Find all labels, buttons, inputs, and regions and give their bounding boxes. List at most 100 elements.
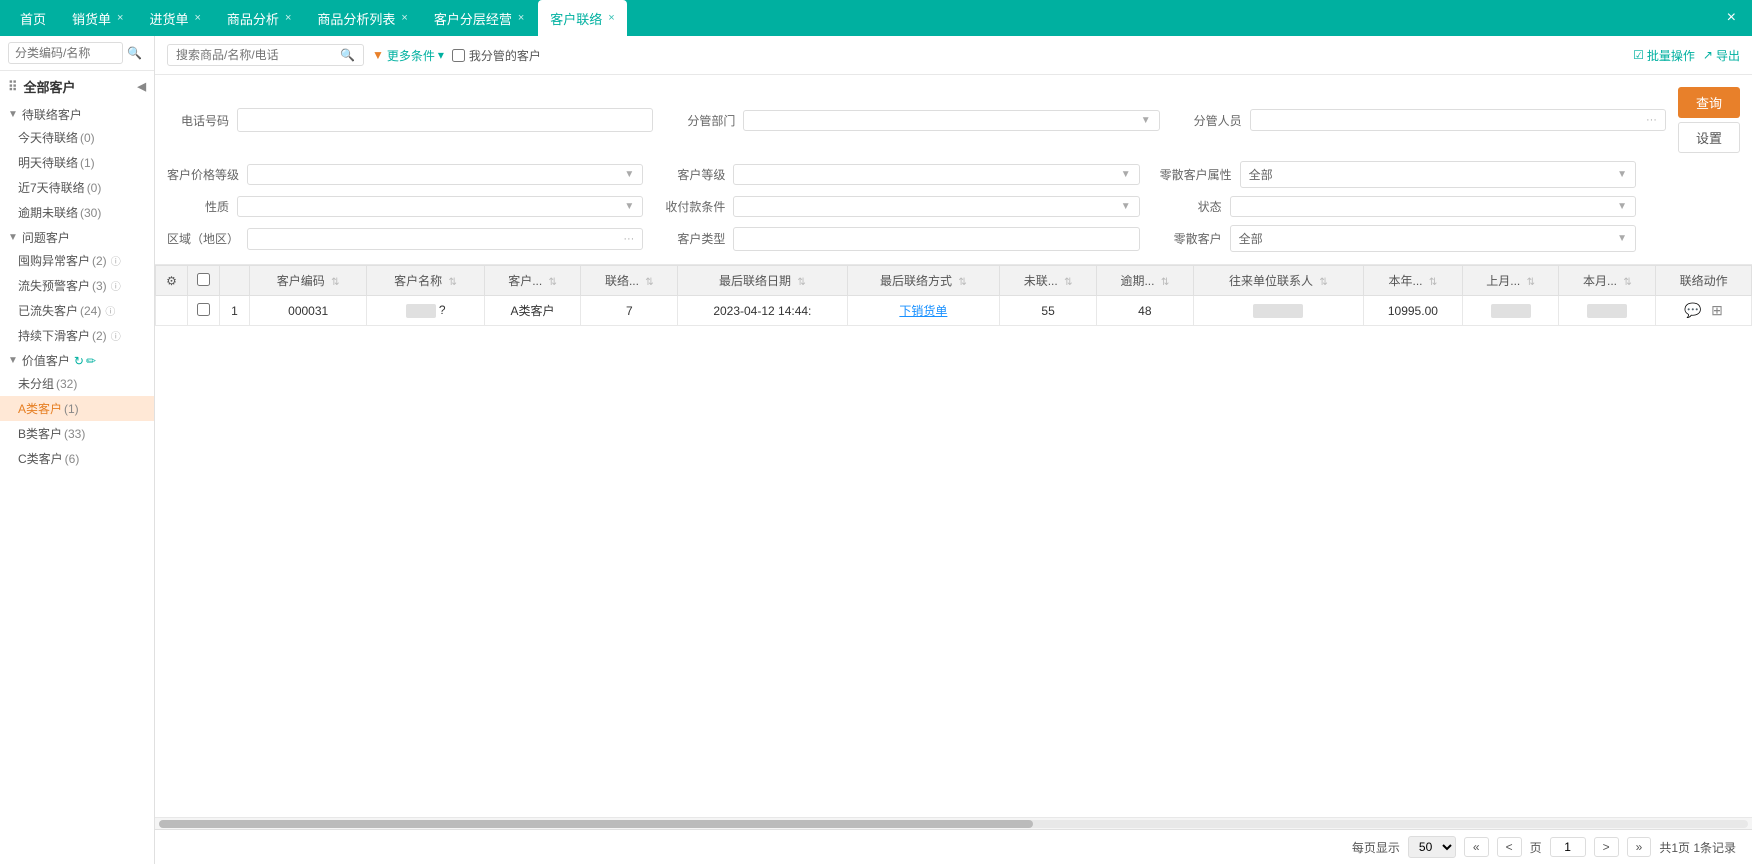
col-no-contact[interactable]: 未联... ⇅ <box>1000 266 1097 296</box>
first-page-btn[interactable]: « <box>1464 837 1489 857</box>
section-pending-contact[interactable]: ▼ 待联络客户 <box>0 102 154 125</box>
col-this-month[interactable]: 本月... ⇅ <box>1559 266 1656 296</box>
sidebar-item-tomorrow[interactable]: 明天待联络 (1) <box>0 150 154 175</box>
filter-price-level-select[interactable]: ▼ <box>247 164 643 185</box>
col-overdue[interactable]: 逾期... ⇅ <box>1096 266 1193 296</box>
col-gear[interactable]: ⚙ <box>156 266 188 296</box>
last-page-btn[interactable]: » <box>1627 837 1652 857</box>
sidebar-item-ungrouped[interactable]: 未分组 (32) <box>0 371 154 396</box>
filter-manager-input[interactable]: ··· <box>1250 109 1666 131</box>
tab-sales-order[interactable]: 销货单 × <box>60 0 135 36</box>
sidebar-item-a-class[interactable]: A类客户 (1) <box>0 396 154 421</box>
filter-panel: 电话号码 分管部门 ▼ 分管人员 ··· <box>155 75 1752 265</box>
batch-icon: ☑ <box>1633 48 1644 62</box>
filter-phone-input[interactable] <box>237 108 653 132</box>
tab-product-analysis-list[interactable]: 商品分析列表 × <box>305 0 419 36</box>
next-page-btn[interactable]: > <box>1594 837 1619 857</box>
page-input[interactable] <box>1550 837 1586 857</box>
col-this-year[interactable]: 本年... ⇅ <box>1364 266 1463 296</box>
tab-close-product-list[interactable]: × <box>401 12 407 24</box>
tab-customer-contact[interactable]: 客户联络 × <box>538 0 626 36</box>
col-customer-code[interactable]: 客户编码 ⇅ <box>250 266 367 296</box>
my-customer-label: 我分管的客户 <box>469 47 541 64</box>
query-button[interactable]: 查询 <box>1678 87 1740 118</box>
main-search-icon[interactable]: 🔍 <box>340 48 355 62</box>
sidebar-item-7days[interactable]: 近7天待联络 (0) <box>0 175 154 200</box>
table-wrap: ⚙ 客户编码 ⇅ 客户名称 ⇅ <box>155 265 1752 817</box>
section-problem-customers[interactable]: ▼ 问题客户 <box>0 225 154 248</box>
tab-home[interactable]: 首页 <box>8 0 58 36</box>
filter-row-4: 区域（地区） ··· 客户类型 零散客户 全部▼ <box>167 221 1740 256</box>
collapse-icon[interactable]: ◀ <box>138 80 146 93</box>
col-last-month[interactable]: 上月... ⇅ <box>1462 266 1559 296</box>
top-actions: ☑ 批量操作 ↗ 导出 <box>1633 47 1740 64</box>
sidebar-search-icon[interactable]: 🔍 <box>127 46 142 60</box>
main-search-input[interactable] <box>176 48 336 62</box>
sidebar-item-churn-warning[interactable]: 流失预警客户 (3) ⓘ <box>0 273 154 298</box>
select-all-checkbox[interactable] <box>197 273 210 286</box>
section-value-customers[interactable]: ▼ 价值客户 ↻ ✏ <box>0 348 154 371</box>
sidebar: 🔍 ⠿ 全部客户 ◀ ▼ 待联络客户 今天待联络 (0) 明天待联络 (1) 近… <box>0 36 155 864</box>
filter-region: 区域（地区） ··· <box>167 228 643 250</box>
filter-customer-level-select[interactable]: ▼ <box>733 164 1139 185</box>
sidebar-search-input[interactable] <box>8 42 123 64</box>
info-icon-1[interactable]: ⓘ <box>111 253 121 268</box>
tab-product-analysis[interactable]: 商品分析 × <box>215 0 303 36</box>
scrollbar-track[interactable] <box>159 820 1748 828</box>
info-icon-4[interactable]: ⓘ <box>111 328 121 343</box>
sidebar-item-declining[interactable]: 持续下滑客户 (2) ⓘ <box>0 323 154 348</box>
filter-status-select[interactable]: ▼ <box>1230 196 1636 217</box>
col-last-contact-date[interactable]: 最后联络日期 ⇅ <box>678 266 847 296</box>
col-contact[interactable]: 联络... ⇅ <box>581 266 678 296</box>
customer-table: ⚙ 客户编码 ⇅ 客户名称 ⇅ <box>155 265 1752 326</box>
info-icon-3[interactable]: ⓘ <box>105 303 115 318</box>
grid-dots-icon: ⠿ <box>8 79 18 95</box>
col-customer-name[interactable]: 客户名称 ⇅ <box>367 266 484 296</box>
filter-retail-customer-label: 零散客户 <box>1160 230 1230 247</box>
info-icon-2[interactable]: ⓘ <box>111 278 121 293</box>
more-filter-btn[interactable]: ▼ 更多条件 ▾ <box>372 47 444 64</box>
comment-action-icon[interactable]: 💬 <box>1684 302 1701 318</box>
sort-icon-overdue: ⇅ <box>1161 277 1169 288</box>
tab-close-product[interactable]: × <box>285 12 291 24</box>
sidebar-item-churned[interactable]: 已流失客户 (24) ⓘ <box>0 298 154 323</box>
sidebar-item-b-class[interactable]: B类客户 (33) <box>0 421 154 446</box>
prev-page-btn[interactable]: < <box>1497 837 1522 857</box>
sidebar-item-overdue[interactable]: 逾期未联络 (30) <box>0 200 154 225</box>
filter-payment-terms-select[interactable]: ▼ <box>733 196 1139 217</box>
row-last-contact-method[interactable]: 下销货单 <box>847 296 1000 326</box>
filter-dept-select[interactable]: ▼ <box>743 110 1159 131</box>
close-all-btn[interactable]: × <box>1719 9 1744 27</box>
filter-retail-customer-select[interactable]: 全部▼ <box>1230 225 1636 252</box>
filter-customer-type-input[interactable] <box>733 227 1139 251</box>
sidebar-item-hoarding[interactable]: 囤购异常客户 (2) ⓘ <box>0 248 154 273</box>
filter-retail-attr-select[interactable]: 全部▼ <box>1240 161 1636 188</box>
settings-button[interactable]: 设置 <box>1678 122 1740 153</box>
col-company-contact[interactable]: 往来单位联系人 ⇅ <box>1193 266 1363 296</box>
tab-close-segmentation[interactable]: × <box>518 12 524 24</box>
tab-close-sales[interactable]: × <box>117 12 123 24</box>
tab-close-contact[interactable]: × <box>608 12 614 24</box>
row-checkbox-input[interactable] <box>197 303 210 316</box>
page-size-select[interactable]: 50 <box>1408 836 1456 858</box>
row-customer-name: ? <box>367 296 484 326</box>
sidebar-item-c-class[interactable]: C类客户 (6) <box>0 446 154 471</box>
tab-purchase-order[interactable]: 进货单 × <box>137 0 212 36</box>
col-last-contact-method[interactable]: 最后联络方式 ⇅ <box>847 266 1000 296</box>
batch-op-link[interactable]: ☑ 批量操作 <box>1633 47 1695 64</box>
value-customer-refresh-icon[interactable]: ↻ <box>74 354 84 368</box>
export-link[interactable]: ↗ 导出 <box>1703 47 1740 64</box>
my-customer-checkbox[interactable] <box>452 49 465 62</box>
horizontal-scrollbar[interactable] <box>155 817 1752 829</box>
grid-action-icon[interactable]: ⊞ <box>1711 302 1723 318</box>
tab-customer-segmentation[interactable]: 客户分层经营 × <box>422 0 536 36</box>
sidebar-item-today[interactable]: 今天待联络 (0) <box>0 125 154 150</box>
filter-region-input[interactable]: ··· <box>247 228 643 250</box>
all-customers-header[interactable]: ⠿ 全部客户 ◀ <box>0 71 154 102</box>
value-customer-edit-icon[interactable]: ✏ <box>86 354 96 368</box>
filter-nature-select[interactable]: ▼ <box>237 196 643 217</box>
scrollbar-thumb[interactable] <box>159 820 1033 828</box>
action-buttons: 查询 设置 <box>1666 87 1740 153</box>
tab-close-purchase[interactable]: × <box>194 12 200 24</box>
col-customer-type[interactable]: 客户... ⇅ <box>484 266 581 296</box>
